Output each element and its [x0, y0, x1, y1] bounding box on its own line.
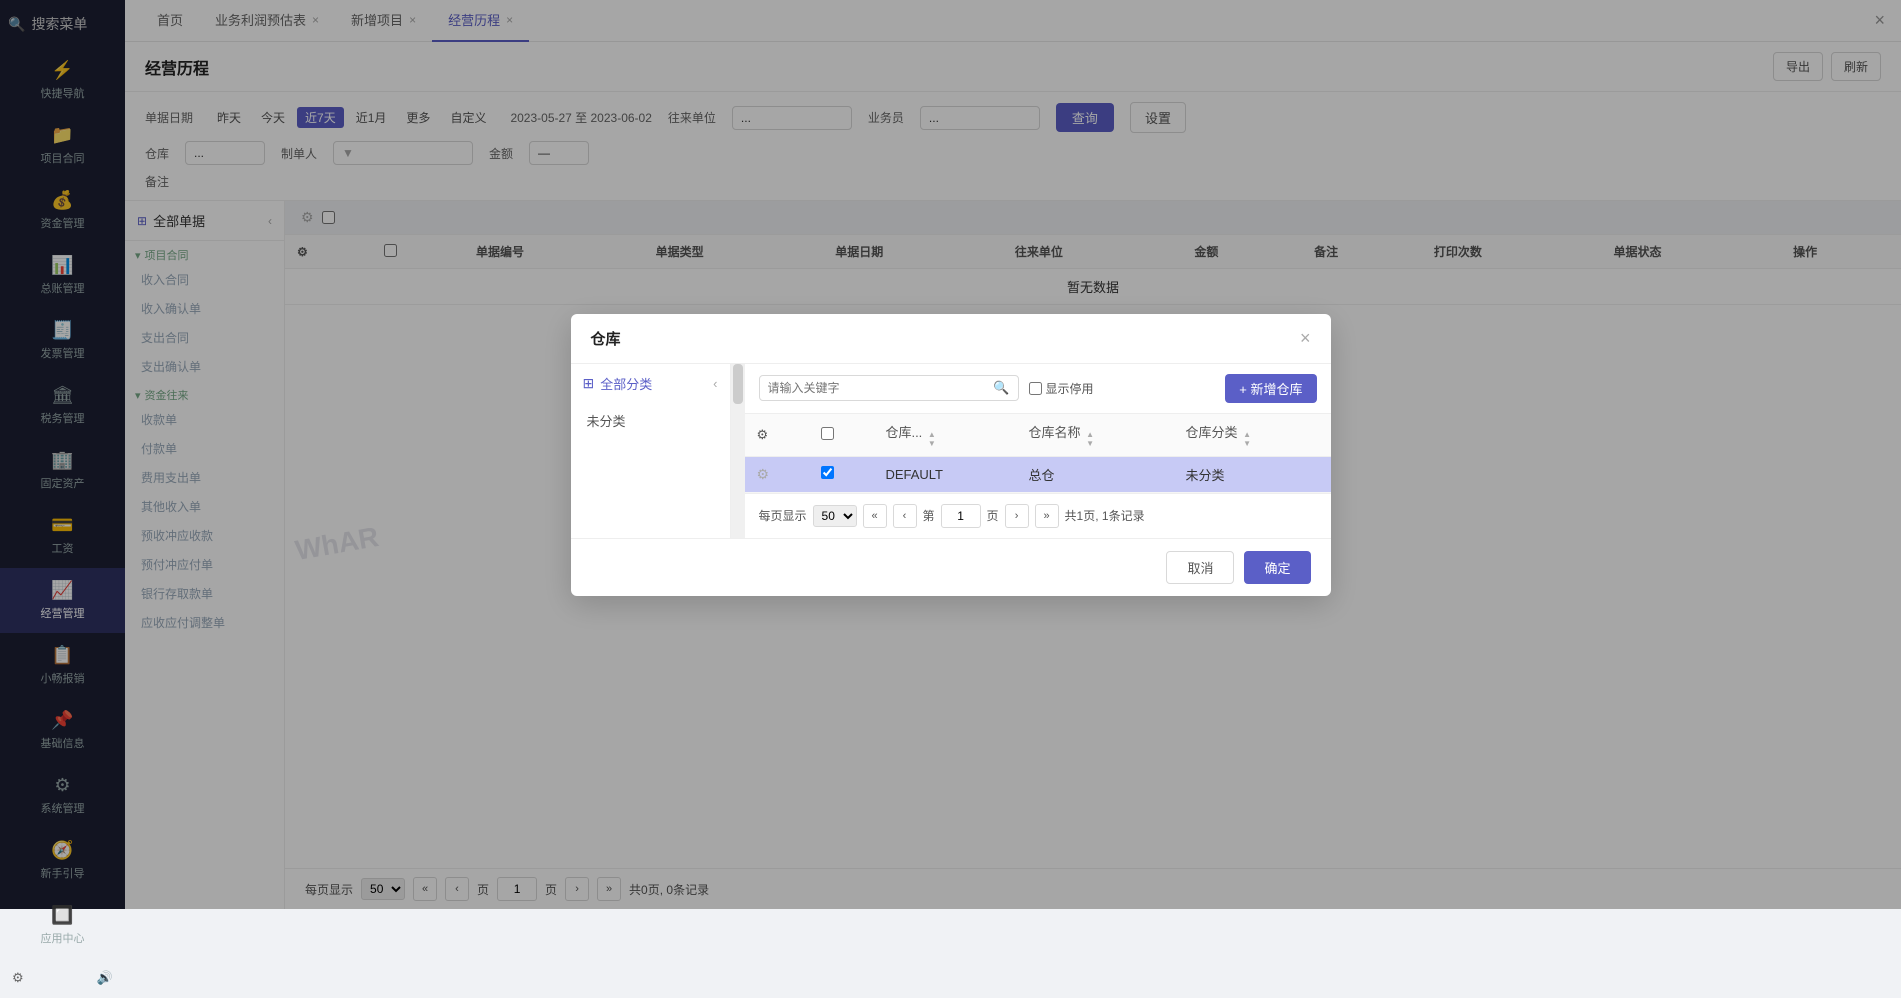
row-category: 未分类 — [1173, 456, 1330, 492]
modal-close-btn[interactable]: × — [1300, 328, 1311, 349]
grid-cat-icon: ⊞ — [583, 375, 595, 392]
show-disabled-label[interactable]: 显示停用 — [1029, 380, 1094, 397]
row-checkbox[interactable] — [809, 456, 874, 492]
modal-right-content: 🔍 显示停用 + 新增仓库 ⚙ — [745, 364, 1331, 538]
row-gear[interactable]: ⚙ — [745, 456, 809, 492]
warehouse-modal: 仓库 × ⊞ 全部分类 ‹ 未分类 — [571, 314, 1331, 596]
modal-table-row[interactable]: ⚙ DEFAULT 总仓 未分类 — [745, 456, 1331, 492]
modal-select-all[interactable] — [821, 427, 834, 440]
modal-overlay: 仓库 × ⊞ 全部分类 ‹ 未分类 — [0, 0, 1901, 909]
modal-page-text: 第 — [923, 507, 935, 524]
modal-col-category: 仓库分类 ▲ ▼ — [1173, 414, 1330, 457]
categories-collapse-btn[interactable]: ‹ — [713, 376, 717, 391]
modal-table-wrap: ⚙ 仓库... ▲ ▼ 仓库名称 — [745, 414, 1331, 493]
modal-prev-page[interactable]: ‹ — [893, 504, 917, 528]
modal-col-settings: ⚙ — [745, 414, 809, 457]
show-disabled-checkbox[interactable] — [1029, 382, 1042, 395]
category-label: 未分类 — [587, 414, 626, 429]
modal-page-input[interactable] — [941, 504, 981, 528]
all-categories-label: 全部分类 — [600, 374, 652, 393]
modal-table: ⚙ 仓库... ▲ ▼ 仓库名称 — [745, 414, 1331, 493]
modal-confirm-button[interactable]: 确定 — [1244, 551, 1310, 584]
all-categories-header[interactable]: ⊞ 全部分类 ‹ — [571, 364, 730, 403]
show-disabled-text: 显示停用 — [1046, 380, 1094, 397]
modal-cancel-button[interactable]: 取消 — [1166, 551, 1234, 584]
modal-page-size-label: 每页显示 — [759, 507, 807, 524]
modal-header: 仓库 × — [571, 314, 1331, 364]
row-code: DEFAULT — [873, 456, 1016, 492]
modal-title: 仓库 — [591, 328, 621, 349]
row-name: 总仓 — [1016, 456, 1173, 492]
modal-col-checkbox — [809, 414, 874, 457]
modal-total: 共1页, 1条记录 — [1065, 507, 1145, 524]
modal-categories: ⊞ 全部分类 ‹ 未分类 — [571, 364, 731, 538]
modal-page-of: 页 — [987, 507, 999, 524]
modal-scroll — [731, 364, 745, 538]
modal-first-page[interactable]: « — [863, 504, 887, 528]
modal-pagination: 每页显示 50 « ‹ 第 页 › » 共1页, 1条记录 — [745, 493, 1331, 538]
modal-col-name: 仓库名称 ▲ ▼ — [1016, 414, 1173, 457]
category-unclassified[interactable]: 未分类 — [571, 403, 730, 438]
modal-search-box: 🔍 — [759, 375, 1019, 401]
modal-last-page[interactable]: » — [1035, 504, 1059, 528]
add-warehouse-button[interactable]: + 新增仓库 — [1225, 374, 1316, 403]
modal-search-icon: 🔍 — [993, 380, 1009, 396]
modal-search-input[interactable] — [768, 381, 988, 395]
modal-col-code: 仓库... ▲ ▼ — [873, 414, 1016, 457]
sidebar-bottom: ⚙ 🔊 — [0, 958, 125, 998]
sound-bottom-icon[interactable]: 🔊 — [97, 970, 113, 986]
sidebar-item-label: 应用中心 — [41, 930, 85, 946]
scroll-thumb — [733, 364, 743, 404]
settings-bottom-icon[interactable]: ⚙ — [12, 970, 24, 986]
modal-next-page[interactable]: › — [1005, 504, 1029, 528]
modal-footer: 取消 确定 — [571, 538, 1331, 596]
modal-page-size-select[interactable]: 50 — [813, 505, 857, 527]
modal-toolbar: 🔍 显示停用 + 新增仓库 — [745, 364, 1331, 414]
modal-body: ⊞ 全部分类 ‹ 未分类 🔍 — [571, 364, 1331, 538]
